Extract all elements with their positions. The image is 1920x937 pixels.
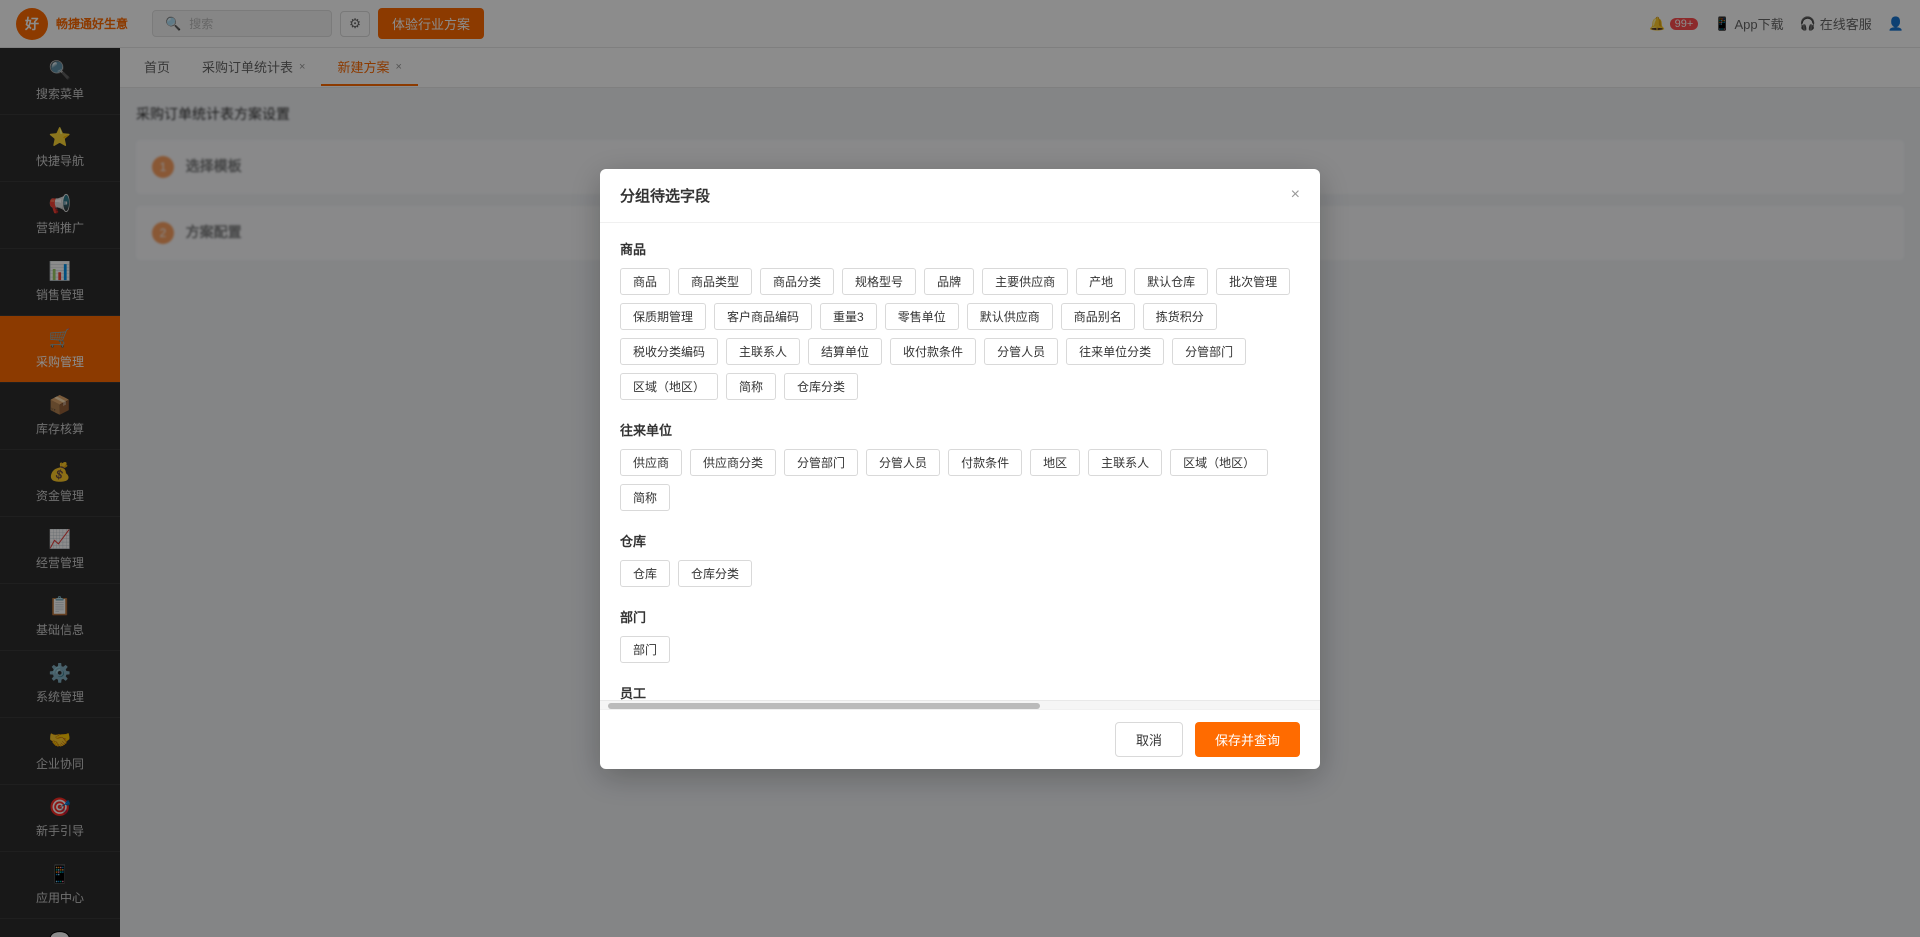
field-tag-shelf-life[interactable]: 保质期管理 xyxy=(620,303,706,330)
modal-close-button[interactable]: × xyxy=(1291,186,1300,204)
field-tag-partner-main-contact[interactable]: 主联系人 xyxy=(1088,449,1162,476)
field-tag-partner-short[interactable]: 简称 xyxy=(620,484,670,511)
field-tag-warehouse[interactable]: 仓库 xyxy=(620,560,670,587)
field-tag-main-supplier[interactable]: 主要供应商 xyxy=(982,268,1068,295)
cancel-button[interactable]: 取消 xyxy=(1115,722,1183,757)
section-warehouse: 仓库 仓库 仓库分类 xyxy=(620,531,1300,587)
field-tag-default-warehouse[interactable]: 默认仓库 xyxy=(1134,268,1208,295)
field-tag-region[interactable]: 区域（地区） xyxy=(620,373,718,400)
field-tag-supplier-category[interactable]: 供应商分类 xyxy=(690,449,776,476)
field-tag-partner-dept[interactable]: 分管部门 xyxy=(784,449,858,476)
field-tag-goods-type[interactable]: 商品类型 xyxy=(678,268,752,295)
section-department: 部门 部门 xyxy=(620,607,1300,663)
section-goods: 商品 商品 商品类型 商品分类 规格型号 品牌 主要供应商 产地 默认仓库 批次… xyxy=(620,239,1300,400)
field-tag-dept[interactable]: 分管部门 xyxy=(1172,338,1246,365)
section-department-title: 部门 xyxy=(620,607,1300,626)
field-tag-warehouse-category[interactable]: 仓库分类 xyxy=(784,373,858,400)
field-tag-pick-score[interactable]: 拣货积分 xyxy=(1143,303,1217,330)
field-tag-goods-category[interactable]: 商品分类 xyxy=(760,268,834,295)
section-employee-title: 员工 xyxy=(620,683,1300,700)
field-tag-retail-unit[interactable]: 零售单位 xyxy=(885,303,959,330)
field-tag-weight3[interactable]: 重量3 xyxy=(820,303,877,330)
field-tag-goods[interactable]: 商品 xyxy=(620,268,670,295)
field-tag-supervisor[interactable]: 分管人员 xyxy=(984,338,1058,365)
partner-field-tags: 供应商 供应商分类 分管部门 分管人员 付款条件 地区 主联系人 区域（地区） … xyxy=(620,449,1300,511)
field-tag-spec-model[interactable]: 规格型号 xyxy=(842,268,916,295)
field-tag-department[interactable]: 部门 xyxy=(620,636,670,663)
section-employee: 员工 业务员 xyxy=(620,683,1300,700)
field-tag-goods-alias[interactable]: 商品别名 xyxy=(1061,303,1135,330)
field-tag-short-name[interactable]: 简称 xyxy=(726,373,776,400)
section-goods-title: 商品 xyxy=(620,239,1300,258)
field-tag-tax-code[interactable]: 税收分类编码 xyxy=(620,338,718,365)
field-tag-origin[interactable]: 产地 xyxy=(1076,268,1126,295)
section-warehouse-title: 仓库 xyxy=(620,531,1300,550)
field-tag-main-contact[interactable]: 主联系人 xyxy=(726,338,800,365)
field-tag-partner-category[interactable]: 往来单位分类 xyxy=(1066,338,1164,365)
field-tag-settlement-unit[interactable]: 结算单位 xyxy=(808,338,882,365)
save-query-button[interactable]: 保存并查询 xyxy=(1195,722,1300,757)
field-tag-partner-supervisor[interactable]: 分管人员 xyxy=(866,449,940,476)
modal-overlay: 分组待选字段 × 商品 商品 商品类型 商品分类 规格型号 品牌 主要供应商 产… xyxy=(0,0,1920,937)
field-tag-brand[interactable]: 品牌 xyxy=(924,268,974,295)
goods-field-tags: 商品 商品类型 商品分类 规格型号 品牌 主要供应商 产地 默认仓库 批次管理 … xyxy=(620,268,1300,400)
field-tag-payment-condition[interactable]: 付款条件 xyxy=(948,449,1022,476)
field-tag-supplier[interactable]: 供应商 xyxy=(620,449,682,476)
modal-dialog: 分组待选字段 × 商品 商品 商品类型 商品分类 规格型号 品牌 主要供应商 产… xyxy=(600,169,1320,769)
field-tag-payment-terms[interactable]: 收付款条件 xyxy=(890,338,976,365)
section-partner: 往来单位 供应商 供应商分类 分管部门 分管人员 付款条件 地区 主联系人 区域… xyxy=(620,420,1300,511)
field-tag-batch-manage[interactable]: 批次管理 xyxy=(1216,268,1290,295)
field-tag-wh-category[interactable]: 仓库分类 xyxy=(678,560,752,587)
department-field-tags: 部门 xyxy=(620,636,1300,663)
field-tag-default-supplier[interactable]: 默认供应商 xyxy=(967,303,1053,330)
section-partner-title: 往来单位 xyxy=(620,420,1300,439)
field-tag-area[interactable]: 地区 xyxy=(1030,449,1080,476)
warehouse-field-tags: 仓库 仓库分类 xyxy=(620,560,1300,587)
modal-footer: 取消 保存并查询 xyxy=(600,709,1320,769)
modal-header: 分组待选字段 × xyxy=(600,169,1320,223)
modal-title: 分组待选字段 xyxy=(620,185,710,206)
modal-horizontal-scrollbar[interactable] xyxy=(600,700,1320,709)
field-tag-partner-region[interactable]: 区域（地区） xyxy=(1170,449,1268,476)
modal-body[interactable]: 商品 商品 商品类型 商品分类 规格型号 品牌 主要供应商 产地 默认仓库 批次… xyxy=(600,223,1320,700)
field-tag-customer-code[interactable]: 客户商品编码 xyxy=(714,303,812,330)
